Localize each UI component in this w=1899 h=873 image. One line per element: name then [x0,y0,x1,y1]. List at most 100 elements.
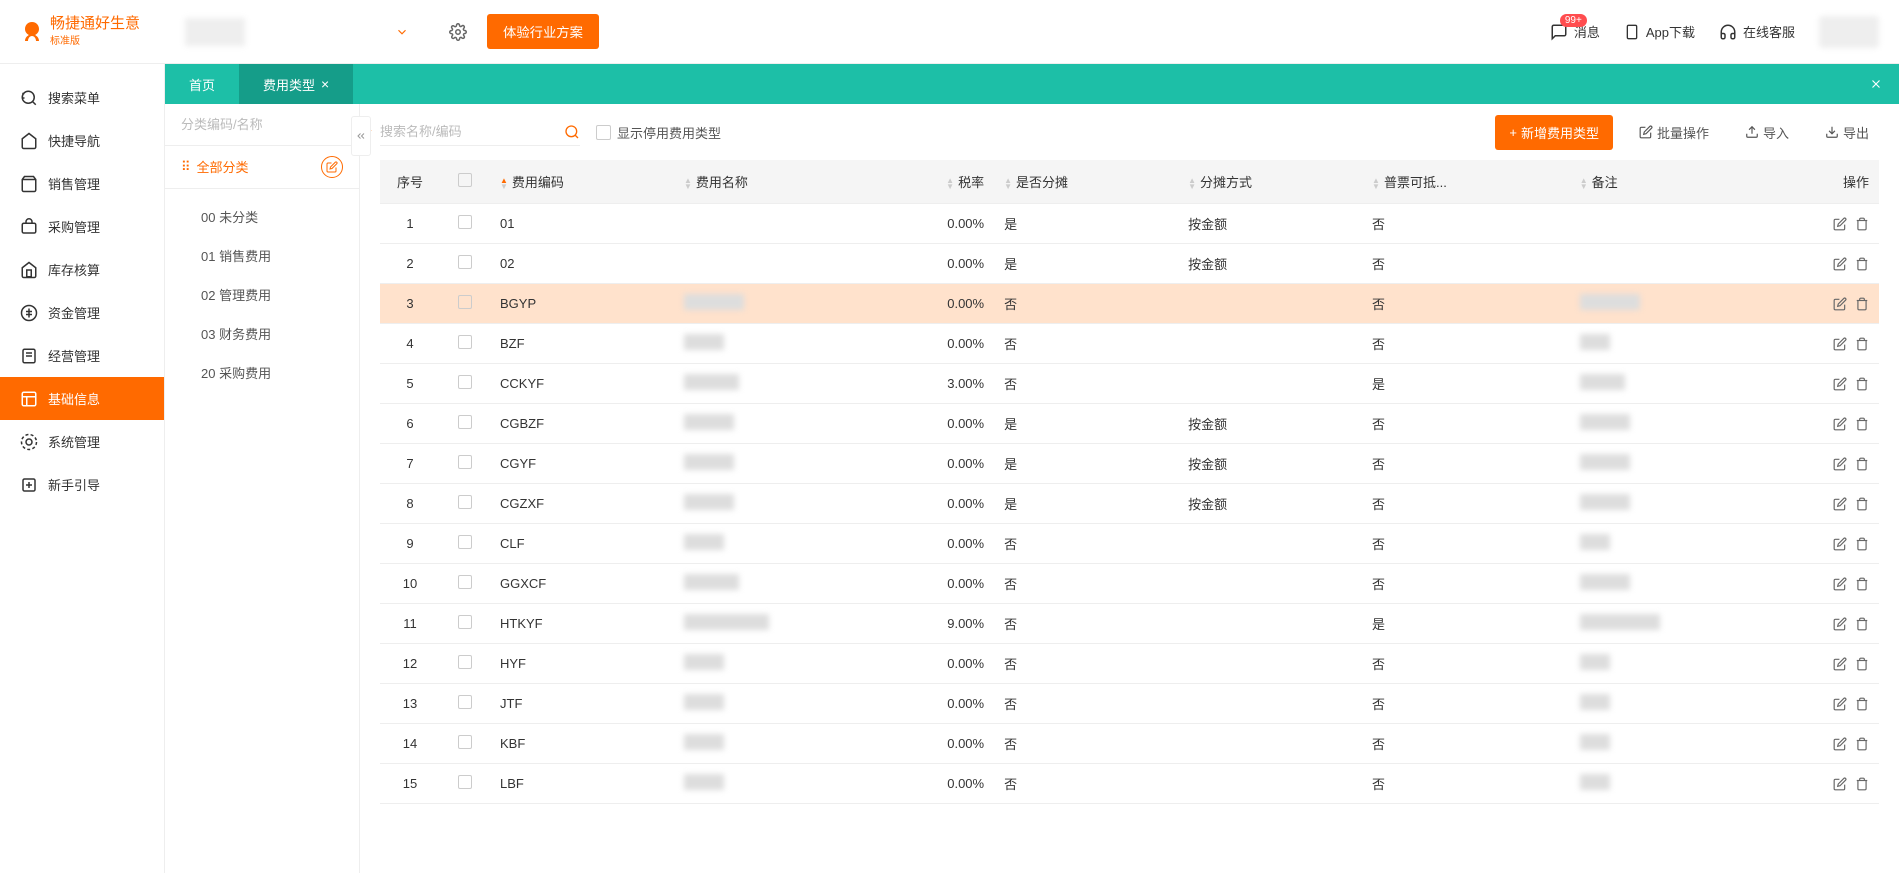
table-row[interactable]: 1010.00%是按金额否 [380,204,1879,244]
tab-expense-type[interactable]: 费用类型 × [239,64,353,104]
edit-icon[interactable] [1833,656,1847,671]
col-rate[interactable]: ▲▼税率 [904,160,994,204]
delete-icon[interactable] [1855,296,1869,311]
edit-icon[interactable] [1833,776,1847,791]
cell-checkbox[interactable] [440,484,490,524]
table-row[interactable]: 13JTF0.00%否否 [380,684,1879,724]
add-button[interactable]: + 新增费用类型 [1495,115,1613,150]
chevron-down-icon[interactable] [395,24,409,40]
sidebar-item-stock[interactable]: 库存核算 [0,248,164,291]
edit-icon[interactable] [1833,376,1847,391]
table-row[interactable]: 2020.00%是按金额否 [380,244,1879,284]
category-search-input[interactable] [181,117,357,132]
batch-button[interactable]: 批量操作 [1629,115,1719,150]
category-item[interactable]: 02 管理费用 [165,275,359,314]
edit-icon[interactable] [1833,456,1847,471]
show-disabled-toggle[interactable]: 显示停用费用类型 [596,123,721,142]
edit-icon[interactable] [1833,576,1847,591]
cell-checkbox[interactable] [440,604,490,644]
edit-icon[interactable] [1833,736,1847,751]
table-row[interactable]: 7CGYF0.00%是按金额否 [380,444,1879,484]
edit-icon[interactable] [1833,536,1847,551]
cell-checkbox[interactable] [440,644,490,684]
delete-icon[interactable] [1855,616,1869,631]
cell-checkbox[interactable] [440,284,490,324]
edit-icon[interactable] [1833,216,1847,231]
gear-icon[interactable] [449,23,467,41]
col-invoice[interactable]: ▲▼普票可抵... [1362,160,1570,204]
delete-icon[interactable] [1855,656,1869,671]
delete-icon[interactable] [1855,456,1869,471]
col-name[interactable]: ▲▼费用名称 [674,160,904,204]
delete-icon[interactable] [1855,776,1869,791]
category-item[interactable]: 01 销售费用 [165,236,359,275]
category-all[interactable]: ⠿ 全部分类 [165,145,359,189]
category-item[interactable]: 03 财务费用 [165,314,359,353]
col-checkbox[interactable] [440,160,490,204]
sidebar-item-sales[interactable]: 销售管理 [0,162,164,205]
category-item[interactable]: 20 采购费用 [165,353,359,392]
sidebar-item-base[interactable]: 基础信息 [0,377,164,420]
close-all-tabs[interactable] [1853,64,1899,104]
delete-icon[interactable] [1855,376,1869,391]
table-row[interactable]: 5CCKYF3.00%否是 [380,364,1879,404]
table-row[interactable]: 14KBF0.00%否否 [380,724,1879,764]
tab-home[interactable]: 首页 [165,64,239,104]
sidebar-item-purchase[interactable]: 采购管理 [0,205,164,248]
cell-checkbox[interactable] [440,724,490,764]
category-item[interactable]: 00 未分类 [165,197,359,236]
sidebar-item-money[interactable]: 资金管理 [0,291,164,334]
messages-link[interactable]: 99+ 消息 [1550,22,1600,41]
cell-checkbox[interactable] [440,684,490,724]
delete-icon[interactable] [1855,496,1869,511]
table-row[interactable]: 12HYF0.00%否否 [380,644,1879,684]
table-scroll[interactable]: 序号 ▲▼费用编码 ▲▼费用名称 ▲▼税率 ▲▼是否分摊 ▲▼分摊方式 ▲▼普票… [380,160,1899,873]
sidebar-item-guide[interactable]: 新手引导 [0,463,164,506]
import-button[interactable]: 导入 [1735,115,1799,150]
table-row[interactable]: 4BZF0.00%否否 [380,324,1879,364]
org-selector[interactable] [185,18,245,46]
delete-icon[interactable] [1855,736,1869,751]
cell-checkbox[interactable] [440,444,490,484]
sidebar-item-sys[interactable]: 系统管理 [0,420,164,463]
search-icon[interactable] [564,123,580,140]
cell-checkbox[interactable] [440,364,490,404]
cell-checkbox[interactable] [440,564,490,604]
col-method[interactable]: ▲▼分摊方式 [1178,160,1362,204]
table-search-input[interactable] [380,118,564,145]
table-row[interactable]: 10GGXCF0.00%否否 [380,564,1879,604]
table-row[interactable]: 3BGYP0.00%否否 [380,284,1879,324]
delete-icon[interactable] [1855,416,1869,431]
export-button[interactable]: 导出 [1815,115,1879,150]
edit-icon[interactable] [1833,296,1847,311]
edit-icon[interactable] [1833,256,1847,271]
delete-icon[interactable] [1855,256,1869,271]
sidebar-item-biz[interactable]: 经营管理 [0,334,164,377]
delete-icon[interactable] [1855,216,1869,231]
col-code[interactable]: ▲▼费用编码 [490,160,674,204]
collapse-handle[interactable] [351,116,371,156]
delete-icon[interactable] [1855,536,1869,551]
table-row[interactable]: 8CGZXF0.00%是按金额否 [380,484,1879,524]
sidebar-item-search[interactable]: 搜索菜单 [0,76,164,119]
col-seq[interactable]: 序号 [380,160,440,204]
table-row[interactable]: 6CGBZF0.00%是按金额否 [380,404,1879,444]
delete-icon[interactable] [1855,696,1869,711]
cell-checkbox[interactable] [440,524,490,564]
table-row[interactable]: 15LBF0.00%否否 [380,764,1879,804]
close-icon[interactable]: × [321,76,329,92]
edit-icon[interactable] [1833,616,1847,631]
cell-checkbox[interactable] [440,244,490,284]
edit-icon[interactable] [1833,336,1847,351]
table-row[interactable]: 9CLF0.00%否否 [380,524,1879,564]
edit-icon[interactable] [321,156,343,178]
avatar[interactable] [1819,16,1879,48]
col-remark[interactable]: ▲▼备注 [1570,160,1789,204]
delete-icon[interactable] [1855,336,1869,351]
edit-icon[interactable] [1833,416,1847,431]
edit-icon[interactable] [1833,496,1847,511]
cta-button[interactable]: 体验行业方案 [487,14,599,49]
cell-checkbox[interactable] [440,404,490,444]
sidebar-item-home[interactable]: 快捷导航 [0,119,164,162]
edit-icon[interactable] [1833,696,1847,711]
